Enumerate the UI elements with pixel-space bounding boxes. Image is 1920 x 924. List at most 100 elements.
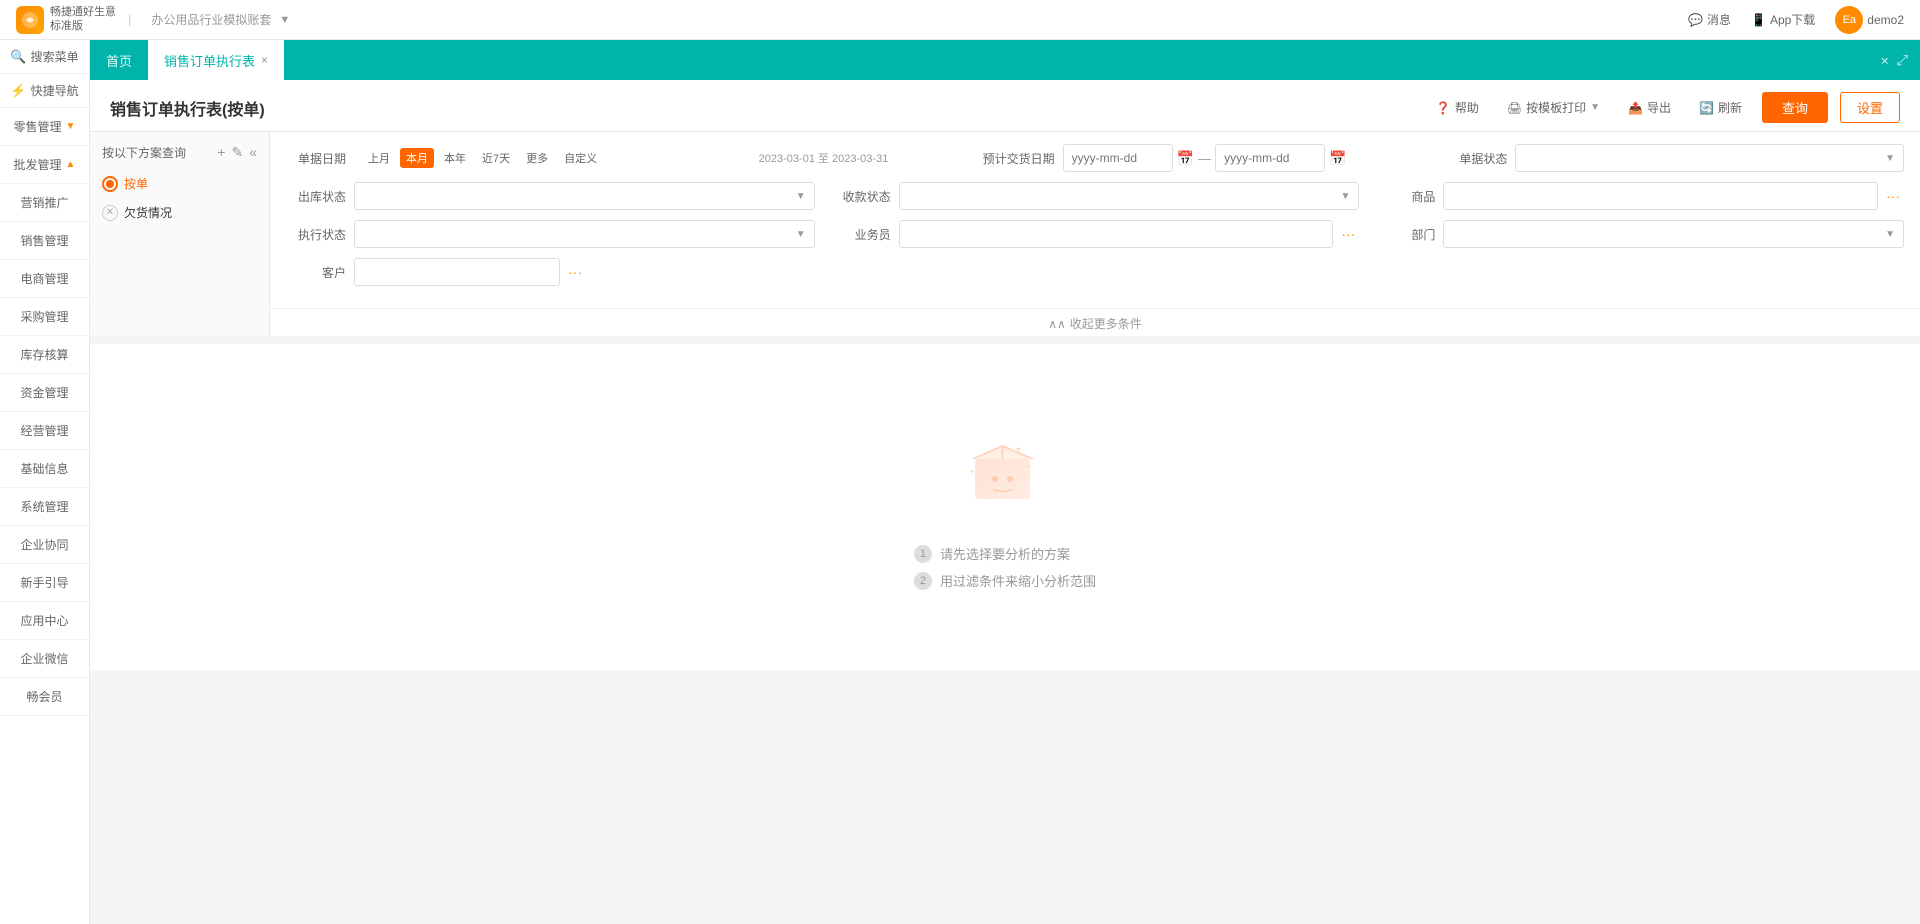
forecast-date-end[interactable] [1215,144,1325,172]
sidebar-item-basic-label: 基础信息 [20,460,68,477]
outbound-select[interactable]: ▼ [354,182,815,210]
sidebar-item-newuser[interactable]: 新手引导 [0,564,89,602]
sidebar-item-member-label: 畅会员 [26,688,62,705]
help-btn[interactable]: ❓ 帮助 [1428,95,1487,120]
sidebar-item-marketing[interactable]: 营销推广 [0,184,89,222]
scheme-circle-icon: ✕ [106,207,114,218]
collapse-row[interactable]: ∧∧ 收起更多条件 [270,308,1920,336]
help-label: 帮助 [1455,99,1479,116]
sidebar-nav-item[interactable]: ⚡ 快捷导航 [0,74,89,108]
page-title: 销售订单执行表(按单) [110,96,265,120]
execute-select[interactable]: ▼ [354,220,815,248]
date-tab-more[interactable]: 更多 [520,148,554,168]
username: demo2 [1867,13,1904,27]
page-content: 销售订单执行表(按单) ❓ 帮助 🖨 按模板打印 ▼ 📤 [90,80,1920,924]
refresh-btn[interactable]: 🔄 刷新 [1691,95,1750,120]
print-dropdown-icon: ▼ [1590,102,1600,113]
sidebar-item-retail[interactable]: 零售管理 ▼ [0,108,89,146]
filter-row-3: 执行状态 ▼ 业务员 [286,220,1904,248]
tip-text-1: 请先选择要分析的方案 [940,544,1070,563]
customer-more-icon[interactable]: ··· [564,264,586,280]
tab-active[interactable]: 销售订单执行表 × [148,40,284,80]
sidebar-search[interactable]: 🔍 搜索菜单 [0,40,89,74]
goods-input[interactable] [1443,182,1878,210]
single-status-select[interactable]: ▼ [1515,144,1904,172]
refresh-label: 刷新 [1718,99,1742,116]
filter-scheme-header: 按以下方案查询 + ✎ « [90,144,269,169]
user-area[interactable]: Ea demo2 [1835,6,1904,34]
forecast-date-start[interactable] [1063,144,1173,172]
sidebar-item-system[interactable]: 系统管理 [0,488,89,526]
header-left: 畅捷通好生意 标准版 | 办公用品行业模拟账套 ▼ [16,6,290,34]
sidebar-item-wholesale[interactable]: 批发管理 ▲ [0,146,89,184]
query-btn[interactable]: 查询 [1762,92,1828,123]
scheme-item-0[interactable]: 按单 [90,169,269,198]
message-btn[interactable]: 💬 消息 [1688,11,1731,28]
logo-area: 畅捷通好生意 标准版 [16,6,116,34]
sidebar-item-member[interactable]: 畅会员 [0,678,89,716]
receipt-chevron: ▼ [1340,191,1350,202]
department-select[interactable]: ▼ [1443,220,1904,248]
filter-row-2: 出库状态 ▼ 收款状态 [286,182,1904,210]
page-header: 销售订单执行表(按单) ❓ 帮助 🖨 按模板打印 ▼ 📤 [90,80,1920,132]
scheme-header-label: 按以下方案查询 [102,144,186,161]
tab-active-label: 销售订单执行表 [164,51,255,70]
app-download-btn[interactable]: 📱 App下载 [1751,11,1815,28]
salesperson-more-icon[interactable]: ··· [1337,226,1359,242]
export-btn[interactable]: 📤 导出 [1620,95,1679,120]
scheme-edit-icon[interactable]: ✎ [231,144,243,161]
scheme-collapse-icon[interactable]: « [249,144,257,161]
field-outbound: 出库状态 ▼ [286,182,815,210]
refresh-icon: 🔄 [1699,101,1714,115]
sidebar-item-inventory-label: 库存核算 [20,346,68,363]
sidebar-item-wholesale-label: 批发管理 [14,156,62,173]
sidebar-item-operation[interactable]: 经营管理 [0,412,89,450]
field-customer: 客户 ··· [286,258,586,286]
breadcrumb: 办公用品行业模拟账套 [151,11,271,28]
wholesale-expand-icon: ▲ [66,159,76,170]
page-header-top: 销售订单执行表(按单) ❓ 帮助 🖨 按模板打印 ▼ 📤 [110,92,1900,123]
print-icon: 🖨 [1507,101,1522,115]
sidebar-item-wechat[interactable]: 企业微信 [0,640,89,678]
sidebar-item-finance[interactable]: 资金管理 [0,374,89,412]
sidebar-search-label: 搜索菜单 [31,48,79,65]
scheme-item-1[interactable]: ✕ 欠货情况 [90,198,269,227]
sidebar-item-ecommerce[interactable]: 电商管理 [0,260,89,298]
date-tab-thismonth[interactable]: 本月 [400,148,434,168]
goods-more-icon[interactable]: ··· [1882,188,1904,204]
scheme-add-icon[interactable]: + [217,144,225,161]
sidebar-item-newuser-label: 新手引导 [20,574,68,591]
empty-tip-1: 1 请先选择要分析的方案 [914,544,1096,563]
date-tab-custom[interactable]: 自定义 [558,148,603,168]
receipt-select[interactable]: ▼ [899,182,1360,210]
date-sep: — [1198,151,1211,166]
customer-input[interactable] [354,258,560,286]
breadcrumb-expand-icon[interactable]: ▼ [279,14,290,26]
department-control: ▼ [1443,220,1904,248]
sidebar-item-inventory[interactable]: 库存核算 [0,336,89,374]
collapse-up-icon: ∧∧ [1048,317,1066,331]
date-tab-lastmonth[interactable]: 上月 [362,148,396,168]
sidebar-item-collab[interactable]: 企业协同 [0,526,89,564]
export-icon: 📤 [1628,101,1643,115]
settings-btn[interactable]: 设置 [1840,92,1900,123]
filter-row-1: 单据日期 上月 本月 本年 近7天 更多 自定义 [286,144,1904,172]
sidebar-item-sales[interactable]: 销售管理 [0,222,89,260]
date-tab-7days[interactable]: 近7天 [476,148,516,168]
sidebar-item-purchase[interactable]: 采购管理 [0,298,89,336]
print-btn[interactable]: 🖨 按模板打印 ▼ [1499,95,1608,120]
tab-close-icon[interactable]: × [261,53,268,67]
scheme-dot-inner [106,180,114,188]
date-range-display: 2023-03-01 至 2023-03-31 [759,150,959,166]
sidebar-item-basic[interactable]: 基础信息 [0,450,89,488]
forecast-date-control: 📅 — 📅 [1063,144,1432,172]
tab-expand-btn[interactable]: ⤢ [1897,52,1908,69]
salesperson-label: 业务员 [831,226,891,243]
tab-close-window-btn[interactable]: × [1881,52,1889,68]
content-area: 首页 销售订单执行表 × × ⤢ 销售订单执行表(按单) ❓ [90,40,1920,924]
tab-home[interactable]: 首页 [90,40,148,80]
filter-scheme-panel: 按以下方案查询 + ✎ « 按单 [90,132,270,336]
sidebar-item-appcenter[interactable]: 应用中心 [0,602,89,640]
date-tab-thisyear[interactable]: 本年 [438,148,472,168]
salesperson-input[interactable] [899,220,1334,248]
